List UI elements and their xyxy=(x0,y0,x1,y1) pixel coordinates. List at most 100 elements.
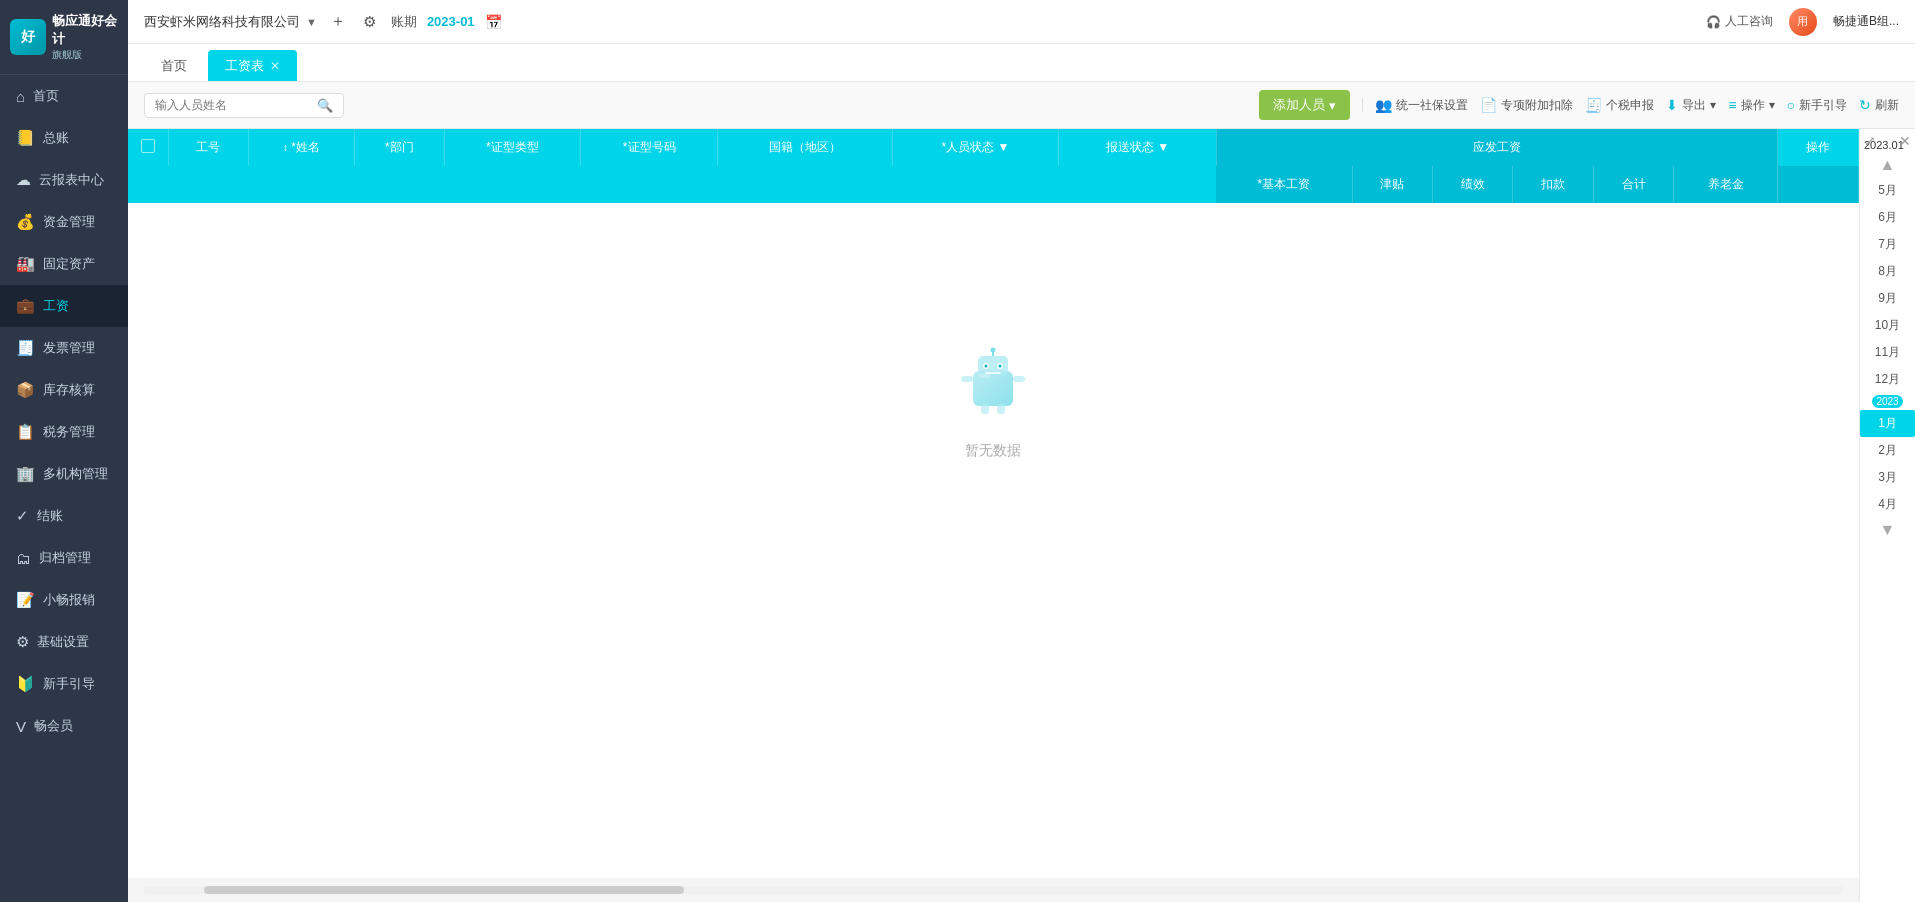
operations-button[interactable]: ≡ 操作 ▾ xyxy=(1728,97,1774,114)
operations-chevron-icon: ▾ xyxy=(1769,98,1775,112)
table-area: 工号 ↕ *姓名 *部门 *证型类型 *证型号码 国籍（地区） *人员状态 ▼ … xyxy=(128,129,1859,902)
archive-icon: 🗂 xyxy=(16,550,31,567)
ledger-icon: 📒 xyxy=(16,129,35,147)
filter-icon[interactable]: ▼ xyxy=(998,140,1010,154)
personal-tax-button[interactable]: 🧾 个税申报 xyxy=(1585,97,1654,114)
sidebar-item-label: 结账 xyxy=(37,507,63,525)
sidebar-item-fixed-assets[interactable]: 🏭 固定资产 xyxy=(0,243,128,285)
support-button[interactable]: 🎧 人工咨询 xyxy=(1706,13,1773,30)
tab-salary-table[interactable]: 工资表 ✕ xyxy=(208,50,297,81)
right-panel-controls: ⤢ 2023.01 ✕ xyxy=(1860,137,1915,153)
horizontal-scrollbar[interactable] xyxy=(144,886,1843,894)
scrollbar-thumb[interactable] xyxy=(204,886,684,894)
sidebar-item-guide[interactable]: 🔰 新手引导 xyxy=(0,663,128,705)
refresh-button[interactable]: ↻ 刷新 xyxy=(1859,97,1899,114)
empty-subheader xyxy=(128,166,1216,203)
tab-salary-label: 工资表 xyxy=(225,57,264,75)
table-header-checkbox[interactable] xyxy=(128,129,168,166)
operations-label: 操作 xyxy=(1741,97,1765,114)
svg-rect-1 xyxy=(978,356,1008,374)
sidebar-item-member[interactable]: V 畅会员 xyxy=(0,705,128,747)
search-input[interactable] xyxy=(155,98,311,112)
sidebar-item-label: 云报表中心 xyxy=(39,171,104,189)
search-box[interactable]: 🔍 xyxy=(144,93,344,118)
col-nationality: 国籍（地区） xyxy=(718,129,893,166)
sidebar-item-expense[interactable]: 📝 小畅报销 xyxy=(0,579,128,621)
month-item-2[interactable]: 2月 xyxy=(1860,437,1915,464)
add-person-button[interactable]: 添加人员 ▾ xyxy=(1259,90,1350,120)
tabs-bar: 首页 工资表 ✕ xyxy=(128,44,1915,82)
sidebar-item-settle[interactable]: ✓ 结账 xyxy=(0,495,128,537)
svg-rect-13 xyxy=(979,374,991,378)
sidebar-item-cloud-report[interactable]: ☁ 云报表中心 xyxy=(0,159,128,201)
month-item-11[interactable]: 11月 xyxy=(1860,339,1915,366)
col-total: 合计 xyxy=(1593,166,1673,203)
month-item-9[interactable]: 9月 xyxy=(1860,285,1915,312)
sidebar-item-label: 固定资产 xyxy=(43,255,95,273)
operations-icon: ≡ xyxy=(1728,97,1736,113)
scroll-down-button[interactable]: ▼ xyxy=(1876,518,1900,542)
sidebar-item-label: 库存核算 xyxy=(43,381,95,399)
scroll-up-button[interactable]: ▲ xyxy=(1876,153,1900,177)
sidebar-item-label: 工资 xyxy=(43,297,69,315)
month-item-6[interactable]: 6月 xyxy=(1860,204,1915,231)
special-deduction-button[interactable]: 📄 专项附加扣除 xyxy=(1480,97,1573,114)
sidebar-item-salary[interactable]: 💼 工资 xyxy=(0,285,128,327)
sidebar-item-invoice[interactable]: 🧾 发票管理 xyxy=(0,327,128,369)
month-item-3[interactable]: 3月 xyxy=(1860,464,1915,491)
month-item-current[interactable]: 1月 xyxy=(1860,410,1915,437)
sidebar-item-label: 基础设置 xyxy=(37,633,89,651)
calendar-icon[interactable]: 📅 xyxy=(485,14,502,30)
chevron-down-icon: ▼ xyxy=(306,16,317,28)
sidebar-item-multi-org[interactable]: 🏢 多机构管理 xyxy=(0,453,128,495)
select-all-checkbox[interactable] xyxy=(141,139,155,153)
sidebar-item-inventory[interactable]: 📦 库存核算 xyxy=(0,369,128,411)
export-chevron-icon: ▾ xyxy=(1710,98,1716,112)
sidebar-item-fund[interactable]: 💰 资金管理 xyxy=(0,201,128,243)
export-button[interactable]: ⬇ 导出 ▾ xyxy=(1666,97,1716,114)
tab-home[interactable]: 首页 xyxy=(144,50,204,81)
month-item-7[interactable]: 7月 xyxy=(1860,231,1915,258)
header-right: 🎧 人工咨询 用 畅捷通B组... xyxy=(1706,8,1899,36)
expand-icon[interactable]: ⤢ xyxy=(1864,133,1876,149)
empty-state: 暂无数据 xyxy=(128,203,1859,603)
table-container[interactable]: 工号 ↕ *姓名 *部门 *证型类型 *证型号码 国籍（地区） *人员状态 ▼ … xyxy=(128,129,1859,878)
month-item-10[interactable]: 10月 xyxy=(1860,312,1915,339)
header-left: 西安虾米网络科技有限公司 ▼ ＋ ⚙ 账期 2023-01 📅 xyxy=(144,11,502,33)
guide-button[interactable]: ○ 新手引导 xyxy=(1787,97,1847,114)
filter-icon[interactable]: ▼ xyxy=(1157,140,1169,154)
company-selector[interactable]: 西安虾米网络科技有限公司 ▼ xyxy=(144,13,317,31)
social-icon: 👥 xyxy=(1375,97,1392,113)
right-panel: ⤢ 2023.01 ✕ ▲ 5月 6月 7月 8月 9月 10月 11月 12月… xyxy=(1859,129,1915,902)
content-area: 工号 ↕ *姓名 *部门 *证型类型 *证型号码 国籍（地区） *人员状态 ▼ … xyxy=(128,129,1915,902)
logo-icon: 好 xyxy=(10,19,46,55)
social-security-label: 统一社保设置 xyxy=(1396,97,1468,114)
sidebar-item-archive[interactable]: 🗂 归档管理 xyxy=(0,537,128,579)
month-item-12[interactable]: 12月 xyxy=(1860,366,1915,393)
company-name: 西安虾米网络科技有限公司 xyxy=(144,13,300,31)
home-icon: ⌂ xyxy=(16,88,25,105)
month-item-5[interactable]: 5月 xyxy=(1860,177,1915,204)
app-logo: 好 畅应通好会计 旗舰版 xyxy=(0,0,128,75)
sidebar-item-basic-settings[interactable]: ⚙ 基础设置 xyxy=(0,621,128,663)
user-name[interactable]: 畅捷通B组... xyxy=(1833,13,1899,30)
col-name: ↕ *姓名 xyxy=(248,129,354,166)
tab-close-icon[interactable]: ✕ xyxy=(270,59,280,73)
sidebar-item-ledger[interactable]: 📒 总账 xyxy=(0,117,128,159)
app-edition: 旗舰版 xyxy=(52,48,118,62)
guide-btn-icon: ○ xyxy=(1787,97,1795,113)
social-security-button[interactable]: 👥 统一社保设置 xyxy=(1375,97,1468,114)
expense-icon: 📝 xyxy=(16,591,35,609)
add-company-button[interactable]: ＋ xyxy=(327,11,349,33)
sidebar-item-tax[interactable]: 📋 税务管理 xyxy=(0,411,128,453)
month-item-8[interactable]: 8月 xyxy=(1860,258,1915,285)
sidebar-item-home[interactable]: ⌂ 首页 xyxy=(0,75,128,117)
export-icon: ⬇ xyxy=(1666,97,1678,113)
sort-icon: ↕ xyxy=(283,142,288,153)
settings-button[interactable]: ⚙ xyxy=(359,11,381,33)
sidebar-item-label: 总账 xyxy=(43,129,69,147)
svg-rect-12 xyxy=(997,404,1005,414)
special-deduction-label: 专项附加扣除 xyxy=(1501,97,1573,114)
close-panel-icon[interactable]: ✕ xyxy=(1899,133,1911,149)
month-item-4[interactable]: 4月 xyxy=(1860,491,1915,518)
